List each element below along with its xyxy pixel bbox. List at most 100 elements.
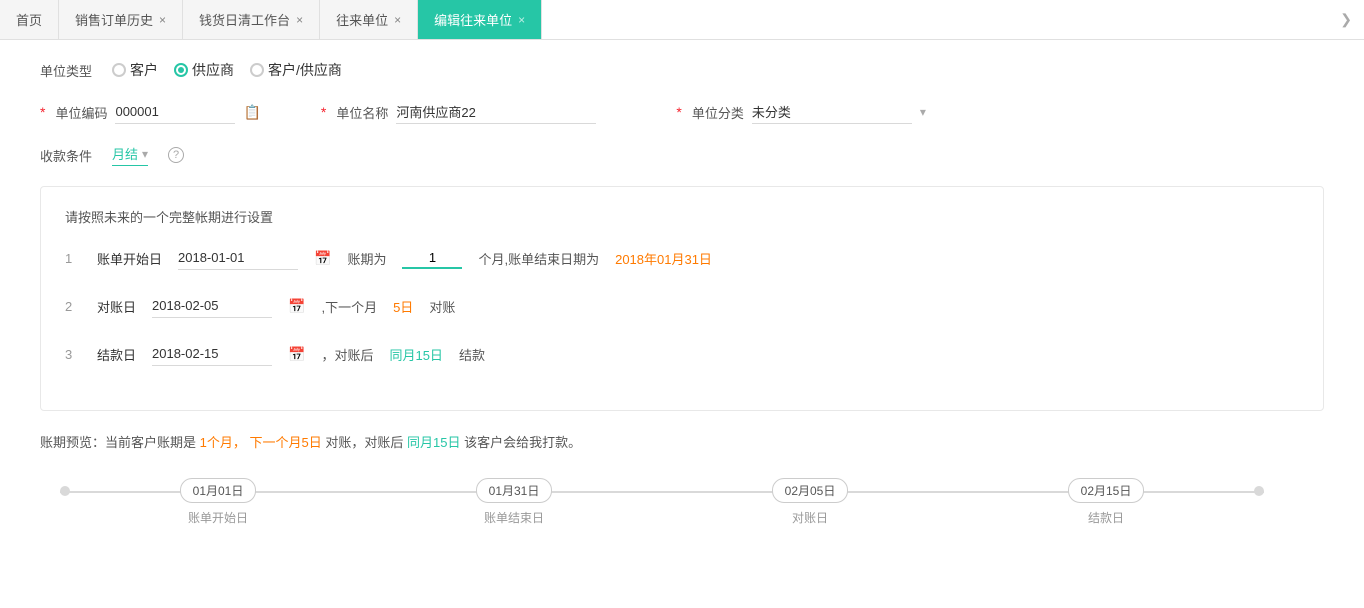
timeline-sublabel-3: 对账日 <box>770 509 850 526</box>
start-date-input[interactable] <box>178 246 298 270</box>
tab-edit-partner[interactable]: 编辑往来单位 × <box>418 0 542 39</box>
payment-label: 收款条件 <box>40 146 92 165</box>
period-3-end: 结款 <box>459 345 485 364</box>
radio-customer-circle <box>112 63 126 77</box>
tab-home[interactable]: 首页 <box>0 0 59 39</box>
period-num-1: 1 <box>65 251 81 266</box>
unit-name-group: * 单位名称 <box>321 100 596 124</box>
timeline-sublabel-2: 账单结束日 <box>474 509 554 526</box>
unit-category-label: 单位分类 <box>692 103 744 122</box>
period-row-2: 2 对账日 📅 ,下一个月 5日 对账 <box>65 294 1299 318</box>
period-label-2: 对账日 <box>97 297 136 316</box>
period-2-day: 5日 <box>393 297 413 316</box>
timeline-end-dot <box>1254 486 1264 496</box>
tab-cash-work[interactable]: 钱货日清工作台 × <box>183 0 320 39</box>
payment-help-icon[interactable]: ? <box>168 147 184 163</box>
unit-category-required: * <box>676 104 681 120</box>
period-label-3: 结款日 <box>97 345 136 364</box>
timeline-node-3: 02月05日 <box>772 478 849 503</box>
radio-supplier-label: 供应商 <box>192 60 234 80</box>
timeline-sublabels: 账单开始日 账单结束日 对账日 结款日 <box>60 509 1264 526</box>
unit-category-input[interactable] <box>752 100 912 124</box>
reconcile-date-input[interactable] <box>152 294 272 318</box>
tab-sales-history-close[interactable]: × <box>159 13 166 27</box>
unit-name-label: 单位名称 <box>336 103 388 122</box>
payment-date-input[interactable] <box>152 342 272 366</box>
preview-part1: 1个月， <box>200 435 246 450</box>
period-2-end: 对账 <box>429 297 455 316</box>
preview-part2-end: 对账，对账后 <box>325 435 403 450</box>
radio-customer-label: 客户 <box>130 60 158 80</box>
main-content: 单位类型 客户 供应商 客户/供应商 * 单位编码 📋 * 单位名称 <box>0 40 1364 608</box>
unit-code-copy-icon[interactable]: 📋 <box>243 104 260 121</box>
unit-name-input[interactable] <box>396 100 596 124</box>
payment-dropdown-icon[interactable]: ▾ <box>142 147 148 161</box>
timeline-label-4: 02月15日 <box>1068 478 1145 503</box>
period-num-2: 2 <box>65 299 81 314</box>
timeline-label-3: 02月05日 <box>772 478 849 503</box>
radio-both[interactable]: 客户/供应商 <box>250 60 342 80</box>
timeline-label-1: 01月01日 <box>180 478 257 503</box>
radio-supplier-circle <box>174 63 188 77</box>
unit-category-dropdown-icon[interactable]: ▾ <box>920 105 926 119</box>
preview-text: 账期预览：当前客户账期是 1个月， 下一个月5日 对账，对账后 同月15日 该客… <box>40 431 1324 454</box>
radio-customer[interactable]: 客户 <box>112 60 158 80</box>
unit-type-row: 单位类型 客户 供应商 客户/供应商 <box>40 60 1324 80</box>
reconcile-date-calendar-icon[interactable]: 📅 <box>288 298 305 315</box>
period-1-suffix-mid: 个月,账单结束日期为 <box>478 249 599 268</box>
period-2-pre: ,下一个月 <box>321 297 377 316</box>
period-num-3: 3 <box>65 347 81 362</box>
period-section: 请按照未来的一个完整帐期进行设置 1 账单开始日 📅 账期为 个月,账单结束日期… <box>40 186 1324 411</box>
unit-type-radio-group: 客户 供应商 客户/供应商 <box>112 60 342 80</box>
payment-date-calendar-icon[interactable]: 📅 <box>288 346 305 363</box>
unit-code-group: * 单位编码 📋 <box>40 100 261 124</box>
start-date-calendar-icon[interactable]: 📅 <box>314 250 331 267</box>
tab-cash-work-label: 钱货日清工作台 <box>199 10 290 29</box>
period-row-3: 3 结款日 📅 ，对账后 同月15日 结款 <box>65 342 1299 366</box>
tab-sales-history-label: 销售订单历史 <box>75 10 153 29</box>
tabs-bar: 首页 销售订单历史 × 钱货日清工作台 × 往来单位 × 编辑往来单位 × ❯ <box>0 0 1364 40</box>
period-3-day: 同月15日 <box>389 345 442 364</box>
timeline-row: 01月01日 01月31日 02月05日 02月15日 <box>60 478 1264 503</box>
unit-code-input[interactable] <box>115 100 235 124</box>
timeline-node-1: 01月01日 <box>180 478 257 503</box>
tab-partner-label: 往来单位 <box>336 10 388 29</box>
unit-code-required: * <box>40 104 45 120</box>
payment-select[interactable]: 月结 ▾ <box>112 144 148 166</box>
radio-both-circle <box>250 63 264 77</box>
payment-row: 收款条件 月结 ▾ ? <box>40 144 1324 166</box>
tab-partner-close[interactable]: × <box>394 13 401 27</box>
tab-edit-partner-label: 编辑往来单位 <box>434 10 512 29</box>
section-title: 请按照未来的一个完整帐期进行设置 <box>65 207 1299 226</box>
month-input[interactable] <box>402 248 462 269</box>
period-row-1: 1 账单开始日 📅 账期为 个月,账单结束日期为 2018年01月31日 <box>65 246 1299 270</box>
tab-edit-partner-close[interactable]: × <box>518 13 525 27</box>
period-3-pre: ，对账后 <box>321 345 373 364</box>
period-label-1: 账单开始日 <box>97 249 162 268</box>
preview-part3: 同月15日 <box>407 435 460 450</box>
radio-both-label: 客户/供应商 <box>268 60 342 80</box>
preview-prefix: 账期预览：当前客户账期是 <box>40 435 196 450</box>
preview-part2: 下一个月5日 <box>250 435 322 450</box>
unit-name-required: * <box>321 104 326 120</box>
payment-value: 月结 <box>112 144 138 163</box>
tab-home-label: 首页 <box>16 10 42 29</box>
timeline-sublabel-4: 结款日 <box>1066 509 1146 526</box>
timeline-dot-start <box>60 486 70 496</box>
period-1-suffix-pre: 账期为 <box>347 249 386 268</box>
timeline-dot-end <box>1254 486 1264 496</box>
timeline-node-2: 01月31日 <box>476 478 553 503</box>
tab-sales-history[interactable]: 销售订单历史 × <box>59 0 183 39</box>
unit-info-row: * 单位编码 📋 * 单位名称 * 单位分类 ▾ <box>40 100 1324 124</box>
timeline-label-2: 01月31日 <box>476 478 553 503</box>
tab-expand-button[interactable]: ❯ <box>1328 0 1364 39</box>
timeline-start-dot <box>60 486 70 496</box>
period-1-end-date: 2018年01月31日 <box>615 249 712 268</box>
tab-partner[interactable]: 往来单位 × <box>320 0 418 39</box>
unit-type-label: 单位类型 <box>40 61 92 80</box>
tab-cash-work-close[interactable]: × <box>296 13 303 27</box>
radio-supplier[interactable]: 供应商 <box>174 60 234 80</box>
timeline-container: 01月01日 01月31日 02月05日 02月15日 <box>40 478 1324 526</box>
timeline-sublabel-1: 账单开始日 <box>178 509 258 526</box>
unit-category-group: * 单位分类 ▾ <box>676 100 926 124</box>
